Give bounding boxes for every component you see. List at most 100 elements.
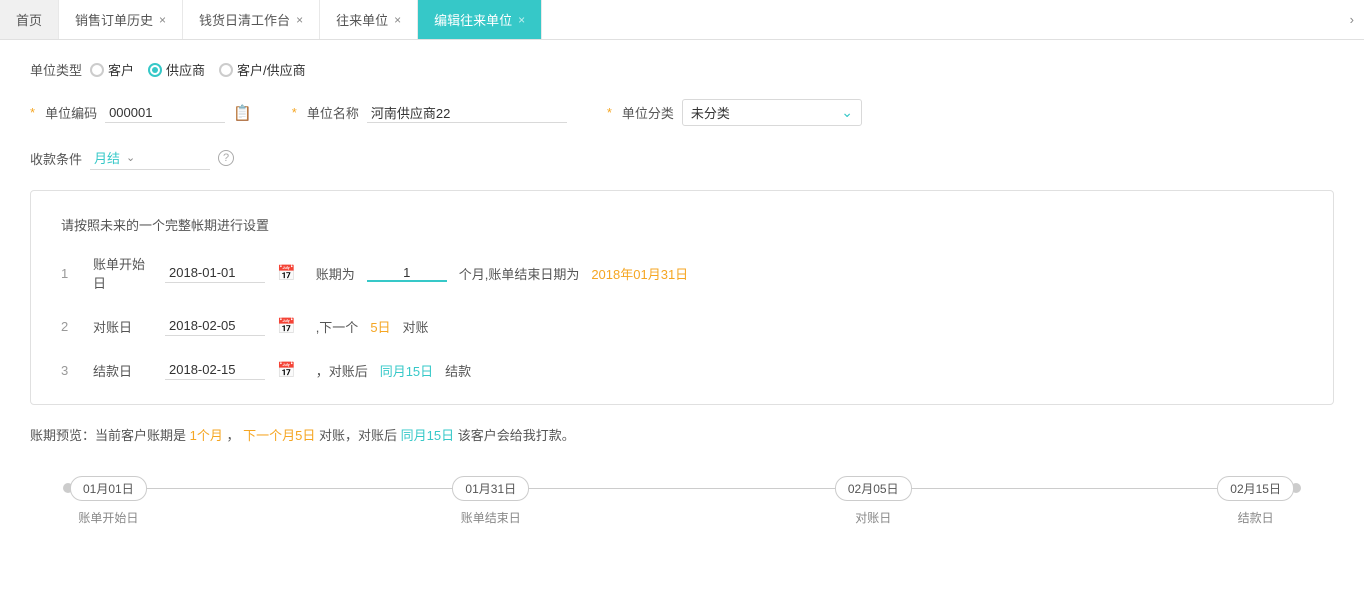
classify-arrow-icon: ⌄ xyxy=(841,104,853,121)
code-group: * 单位编码 📋 xyxy=(30,103,252,123)
preview-part3: 同月15日 xyxy=(401,428,454,443)
preview-part2: 下一个月5日 xyxy=(243,428,315,443)
code-required-star: * xyxy=(30,105,35,120)
timeline-badge-3: 02月05日 xyxy=(835,476,912,501)
payment-label: 收款条件 xyxy=(30,149,82,168)
radio-both-circle xyxy=(219,63,233,77)
preview-sep2: 对账，对账后 xyxy=(319,428,401,443)
period-row-2: 2 对账日 📅 ,下一个 5日 对账 xyxy=(61,316,1303,336)
timeline-sublabel-3: 对账日 xyxy=(855,509,891,526)
name-group: * 单位名称 xyxy=(292,103,567,123)
radio-both[interactable]: 客户/供应商 xyxy=(219,60,306,79)
timeline-point-3: 02月05日 对账日 xyxy=(835,468,912,526)
radio-both-label: 客户/供应商 xyxy=(237,60,306,79)
period-suffix-2: 对账 xyxy=(403,317,429,336)
tab-cash-work[interactable]: 钱货日清工作台 × xyxy=(183,0,320,39)
classify-dropdown[interactable]: 未分类 ⌄ xyxy=(682,99,862,126)
tab-more-arrow[interactable]: › xyxy=(1340,0,1364,39)
period-label-3: 结款日 xyxy=(93,361,153,380)
classify-value: 未分类 xyxy=(691,103,730,122)
period-label-1: 账单开始日 xyxy=(93,254,153,292)
unit-info-row: * 单位编码 📋 * 单位名称 * 单位分类 未分类 ⌄ xyxy=(30,99,1334,126)
period-date-input-2[interactable] xyxy=(165,316,265,336)
name-label: 单位名称 xyxy=(307,103,359,122)
name-input[interactable] xyxy=(367,103,567,123)
period-num-1: 1 xyxy=(61,266,81,281)
unit-type-row: 单位类型 客户 供应商 客户/供应商 xyxy=(30,60,1334,79)
period-card-title: 请按照未来的一个完整帐期进行设置 xyxy=(61,215,1303,234)
period-months-input[interactable] xyxy=(367,265,447,282)
code-copy-icon[interactable]: 📋 xyxy=(233,104,252,122)
period-row-3: 3 结款日 📅 ，对账后 同月15日 结款 xyxy=(61,360,1303,380)
tab-edit-unit[interactable]: 编辑往来单位 × xyxy=(418,0,542,39)
payment-value: 月结 xyxy=(94,148,120,167)
timeline-container: 01月01日 账单开始日 01月31日 账单结束日 02月05日 对账日 xyxy=(30,468,1334,526)
period-cal-icon-1[interactable]: 📅 xyxy=(277,264,296,282)
tab-sales-history-close[interactable]: × xyxy=(159,13,166,27)
payment-select[interactable]: 月结 ⌄ xyxy=(90,146,210,170)
period-date-input-3[interactable] xyxy=(165,360,265,380)
timeline-sublabel-2: 账单结束日 xyxy=(461,509,521,526)
timeline-points: 01月01日 账单开始日 01月31日 账单结束日 02月05日 对账日 xyxy=(70,468,1294,526)
timeline-point-1: 01月01日 账单开始日 xyxy=(70,468,147,526)
period-num-3: 3 xyxy=(61,363,81,378)
tab-cash-work-close[interactable]: × xyxy=(296,13,303,27)
period-prefix-3: ，对账后 xyxy=(316,361,368,380)
preview-label: 账期预览：当前客户账期是 xyxy=(30,428,186,443)
period-suffix-1: 账期为 xyxy=(316,264,355,283)
payment-dropdown-arrow: ⌄ xyxy=(126,151,135,164)
radio-customer-circle xyxy=(90,63,104,77)
period-num-2: 2 xyxy=(61,319,81,334)
period-highlight-2: 5日 xyxy=(370,317,390,336)
timeline-point-2: 01月31日 账单结束日 xyxy=(452,468,529,526)
timeline-badge-4: 02月15日 xyxy=(1217,476,1294,501)
preview-end: 该客户会给我打款。 xyxy=(458,428,575,443)
preview-sep1: ， xyxy=(227,428,240,443)
period-cal-icon-3[interactable]: 📅 xyxy=(277,361,296,379)
timeline-sublabel-4: 结款日 xyxy=(1238,509,1274,526)
tab-unit-label: 往来单位 xyxy=(336,10,388,29)
period-label-2: 对账日 xyxy=(93,317,153,336)
payment-help-icon[interactable]: ? xyxy=(218,150,234,166)
tab-unit-close[interactable]: × xyxy=(394,13,401,27)
tab-edit-unit-label: 编辑往来单位 xyxy=(434,10,512,29)
tab-home[interactable]: 首页 xyxy=(0,0,59,39)
payment-group: 收款条件 月结 ⌄ ? xyxy=(30,146,234,170)
classify-group: * 单位分类 未分类 ⌄ xyxy=(607,99,862,126)
preview-section: 账期预览：当前客户账期是 1个月 ， 下一个月5日 对账，对账后 同月15日 该… xyxy=(30,425,1334,526)
classify-label: 单位分类 xyxy=(622,103,674,122)
tab-edit-unit-close[interactable]: × xyxy=(518,13,525,27)
period-row-1: 1 账单开始日 📅 账期为 个月,账单结束日期为 2018年01月31日 xyxy=(61,254,1303,292)
timeline-sublabel-1: 账单开始日 xyxy=(78,509,138,526)
tab-cash-work-label: 钱货日清工作台 xyxy=(199,10,290,29)
period-cal-icon-2[interactable]: 📅 xyxy=(277,317,296,335)
period-card: 请按照未来的一个完整帐期进行设置 1 账单开始日 📅 账期为 个月,账单结束日期… xyxy=(30,190,1334,405)
timeline-badge-1: 01月01日 xyxy=(70,476,147,501)
code-label: 单位编码 xyxy=(45,103,97,122)
tab-home-label: 首页 xyxy=(16,10,42,29)
tab-sales-history[interactable]: 销售订单历史 × xyxy=(59,0,183,39)
radio-customer[interactable]: 客户 xyxy=(90,60,134,79)
radio-supplier[interactable]: 供应商 xyxy=(148,60,205,79)
tab-sales-history-label: 销售订单历史 xyxy=(75,10,153,29)
code-input[interactable] xyxy=(105,103,225,123)
timeline-point-4: 02月15日 结款日 xyxy=(1217,468,1294,526)
period-date-input-1[interactable] xyxy=(165,263,265,283)
name-required-star: * xyxy=(292,105,297,120)
unit-type-radio-group: 客户 供应商 客户/供应商 xyxy=(90,60,306,79)
tab-unit[interactable]: 往来单位 × xyxy=(320,0,418,39)
timeline-badge-2: 01月31日 xyxy=(452,476,529,501)
preview-part1: 1个月 xyxy=(190,428,223,443)
radio-supplier-label: 供应商 xyxy=(166,60,205,79)
tab-bar: 首页 销售订单历史 × 钱货日清工作台 × 往来单位 × 编辑往来单位 × › xyxy=(0,0,1364,40)
period-end-date: 2018年01月31日 xyxy=(591,264,688,283)
preview-text: 账期预览：当前客户账期是 1个月 ， 下一个月5日 对账，对账后 同月15日 该… xyxy=(30,425,1334,444)
period-suffix-3: 结款 xyxy=(445,361,471,380)
unit-type-group: 单位类型 客户 供应商 客户/供应商 xyxy=(30,60,306,79)
payment-row: 收款条件 月结 ⌄ ? xyxy=(30,146,1334,170)
radio-customer-label: 客户 xyxy=(108,60,134,79)
classify-required-star: * xyxy=(607,105,612,120)
radio-supplier-circle xyxy=(148,63,162,77)
period-prefix-2: ,下一个 xyxy=(316,317,359,336)
period-unit-1: 个月,账单结束日期为 xyxy=(459,264,580,283)
